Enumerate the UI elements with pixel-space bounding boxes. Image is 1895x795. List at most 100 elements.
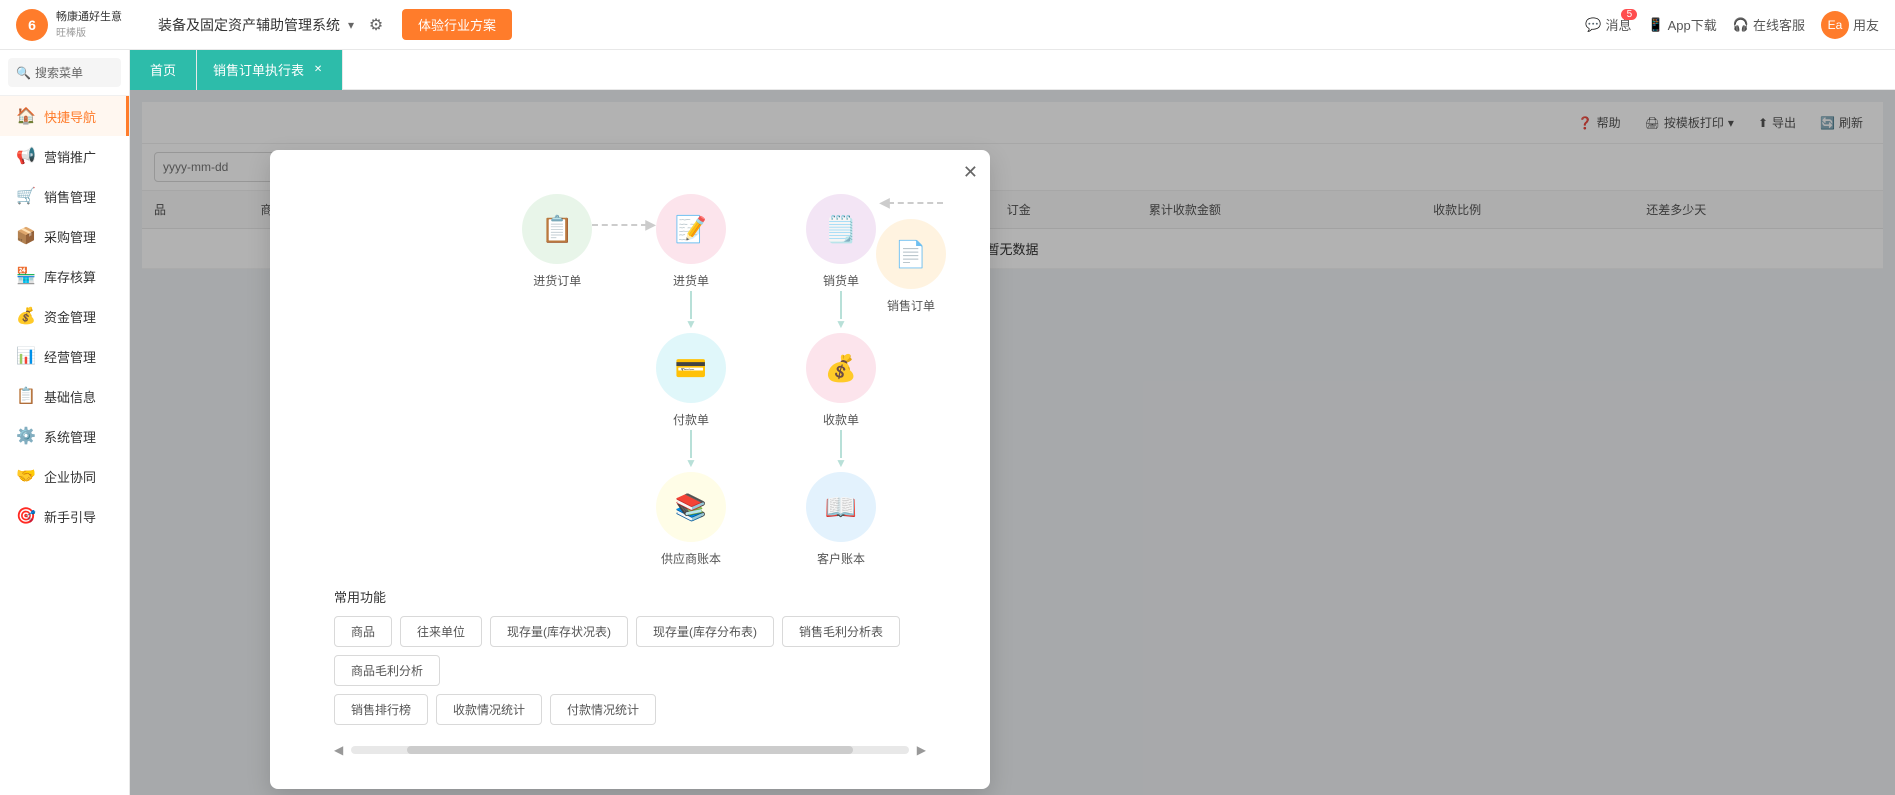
purchase-bill-circle: 📝 xyxy=(656,194,726,264)
newbie-icon: 🎯 xyxy=(16,506,36,526)
scroll-thumb xyxy=(407,746,853,754)
receipt-bill-circle: 💰 xyxy=(806,333,876,403)
service-icon: 🎧 xyxy=(1733,17,1749,33)
message-icon: 💬 xyxy=(1585,17,1601,33)
arrow-v-1: ▼ xyxy=(685,291,697,331)
top-bar: 6 畅康通好生意 旺棒版 装备及固定资产辅助管理系统 ▾ ⚙ 体验行业方案 💬 … xyxy=(0,0,1895,50)
sidebar-item-inventory[interactable]: 🏪 库存核算 xyxy=(0,256,129,296)
tab-close-button[interactable]: ✕ xyxy=(310,62,326,78)
sidebar-item-label: 经营管理 xyxy=(44,347,96,366)
app-container: 6 畅康通好生意 旺棒版 装备及固定资产辅助管理系统 ▾ ⚙ 体验行业方案 💬 … xyxy=(0,0,1895,795)
top-right-area: 💬 消息 5 📱 App下载 🎧 在线客服 Ea 用友 xyxy=(1585,11,1879,39)
collab-icon: 🤝 xyxy=(16,466,36,486)
common-functions-area: 常用功能 商品 往来单位 现存量(库存状况表) 现存量(库存分布表) 销售毛利分… xyxy=(294,577,966,735)
sidebar-item-purchase[interactable]: 📦 采购管理 xyxy=(0,216,129,256)
wf-node-sales-bill: 🗒️ 销货单 xyxy=(806,194,876,289)
sidebar-item-system[interactable]: ⚙️ 系统管理 xyxy=(0,416,129,456)
purchase-order-label: 进货订单 xyxy=(533,272,581,289)
tab-sales-order[interactable]: 销售订单执行表 ✕ xyxy=(197,50,343,90)
scroll-track[interactable] xyxy=(351,746,909,754)
sidebar-item-marketing[interactable]: 📢 营销推广 xyxy=(0,136,129,176)
supplier-account-label: 供应商账本 xyxy=(661,550,721,567)
wf-node-sales-order: 📄 销售订单 xyxy=(876,219,946,314)
sales-icon: 🛒 xyxy=(16,186,36,206)
arrow-v-3: ▼ xyxy=(835,291,847,331)
workflow-diagram: 📋 进货订单 ▶ xyxy=(294,174,966,577)
message-button[interactable]: 💬 消息 5 xyxy=(1585,15,1631,34)
common-func-title: 常用功能 xyxy=(334,587,926,606)
func-btn-product-gross[interactable]: 商品毛利分析 xyxy=(334,655,440,686)
user-menu-button[interactable]: Ea 用友 xyxy=(1821,11,1879,39)
func-buttons-row2: 销售排行榜 收款情况统计 付款情况统计 xyxy=(334,694,926,725)
content-area: 首页 销售订单执行表 ✕ ❓ 帮助 🖨 按模板打印 xyxy=(130,50,1895,795)
modal-overlay[interactable]: ✕ 📋 进货订单 xyxy=(130,90,1895,795)
tab-home[interactable]: 首页 xyxy=(130,50,197,90)
purchase-bill-label: 进货单 xyxy=(673,272,709,289)
wf-col-4: ◀ 📄 销售订单 xyxy=(876,194,946,314)
wf-node-receipt-bill: 💰 收款单 xyxy=(806,333,876,428)
func-btn-payment-stats[interactable]: 付款情况统计 xyxy=(550,694,656,725)
sales-bill-label: 销货单 xyxy=(823,272,859,289)
sales-order-label: 销售订单 xyxy=(887,297,935,314)
sidebar: 🔍 搜索菜单 🏠 快捷导航 📢 营销推广 🛒 销售管理 📦 采购管理 xyxy=(0,50,130,795)
inventory-icon: 🏪 xyxy=(16,266,36,286)
message-badge: 5 xyxy=(1621,9,1637,20)
sales-order-circle: 📄 xyxy=(876,219,946,289)
sidebar-item-label: 新手引导 xyxy=(44,507,96,526)
sidebar-item-newbie[interactable]: 🎯 新手引导 xyxy=(0,496,129,536)
purchase-icon: 📦 xyxy=(16,226,36,246)
business-icon: 📊 xyxy=(16,346,36,366)
system-title: 装备及固定资产辅助管理系统 ▾ ⚙ xyxy=(158,11,390,39)
func-btn-stock-dist[interactable]: 现存量(库存分布表) xyxy=(636,616,774,647)
system-icon: ⚙️ xyxy=(16,426,36,446)
sidebar-item-sales[interactable]: 🛒 销售管理 xyxy=(0,176,129,216)
customer-account-circle: 📖 xyxy=(806,472,876,542)
app-download-button[interactable]: 📱 App下载 xyxy=(1647,15,1716,34)
arrow-h-left: ◀ xyxy=(879,194,943,211)
sidebar-item-label: 企业协同 xyxy=(44,467,96,486)
wf-col-3: 🗒️ 销货单 ▼ 💰 收款单 xyxy=(806,194,876,567)
wf-node-purchase-order: 📋 进货订单 xyxy=(522,194,592,289)
scroll-bar-area: ◀ ▶ xyxy=(294,735,966,765)
download-icon: 📱 xyxy=(1647,17,1663,33)
wf-node-payment-bill: 💳 付款单 xyxy=(656,333,726,428)
sidebar-item-label: 营销推广 xyxy=(44,147,96,166)
search-menu-button[interactable]: 🔍 搜索菜单 xyxy=(8,58,121,87)
marketing-icon: 📢 xyxy=(16,146,36,166)
system-dropdown-button[interactable]: ▾ xyxy=(348,18,354,32)
sidebar-item-label: 销售管理 xyxy=(44,187,96,206)
finance-icon: 💰 xyxy=(16,306,36,326)
customer-account-label: 客户账本 xyxy=(817,550,865,567)
func-btn-stock-status[interactable]: 现存量(库存状况表) xyxy=(490,616,628,647)
func-btn-receipt-stats[interactable]: 收款情况统计 xyxy=(436,694,542,725)
sidebar-item-finance[interactable]: 💰 资金管理 xyxy=(0,296,129,336)
sidebar-item-label: 系统管理 xyxy=(44,427,96,446)
sidebar-item-business[interactable]: 📊 经营管理 xyxy=(0,336,129,376)
wf-node-purchase-bill: 📝 进货单 xyxy=(656,194,726,289)
func-btn-partner[interactable]: 往来单位 xyxy=(400,616,482,647)
trial-button[interactable]: 体验行业方案 xyxy=(402,9,512,40)
sidebar-item-label: 快捷导航 xyxy=(44,107,96,126)
basic-icon: 📋 xyxy=(16,386,36,406)
logo-icon: 6 xyxy=(16,9,48,41)
sidebar-search-area: 🔍 搜索菜单 xyxy=(0,50,129,96)
avatar: Ea xyxy=(1821,11,1849,39)
supplier-account-circle: 📚 xyxy=(656,472,726,542)
modal-close-button[interactable]: ✕ xyxy=(963,162,978,183)
logo-area: 6 畅康通好生意 旺棒版 xyxy=(16,9,146,41)
sidebar-item-basic[interactable]: 📋 基础信息 xyxy=(0,376,129,416)
receipt-bill-label: 收款单 xyxy=(823,411,859,428)
scroll-right-button[interactable]: ▶ xyxy=(917,743,926,757)
sidebar-item-quick[interactable]: 🏠 快捷导航 xyxy=(0,96,129,136)
wf-col-2: 📝 进货单 ▼ 💳 付款单 xyxy=(656,194,726,567)
search-icon: 🔍 xyxy=(16,66,31,80)
func-btn-product[interactable]: 商品 xyxy=(334,616,392,647)
scroll-left-button[interactable]: ◀ xyxy=(334,743,343,757)
settings-button[interactable]: ⚙ xyxy=(362,11,390,39)
sidebar-item-collab[interactable]: 🤝 企业协同 xyxy=(0,456,129,496)
online-service-button[interactable]: 🎧 在线客服 xyxy=(1733,15,1805,34)
func-btn-sales-gross[interactable]: 销售毛利分析表 xyxy=(782,616,900,647)
arrow-v-2: ▼ xyxy=(685,430,697,470)
modal-dialog: ✕ 📋 进货订单 xyxy=(270,150,990,789)
func-btn-sales-rank[interactable]: 销售排行榜 xyxy=(334,694,428,725)
